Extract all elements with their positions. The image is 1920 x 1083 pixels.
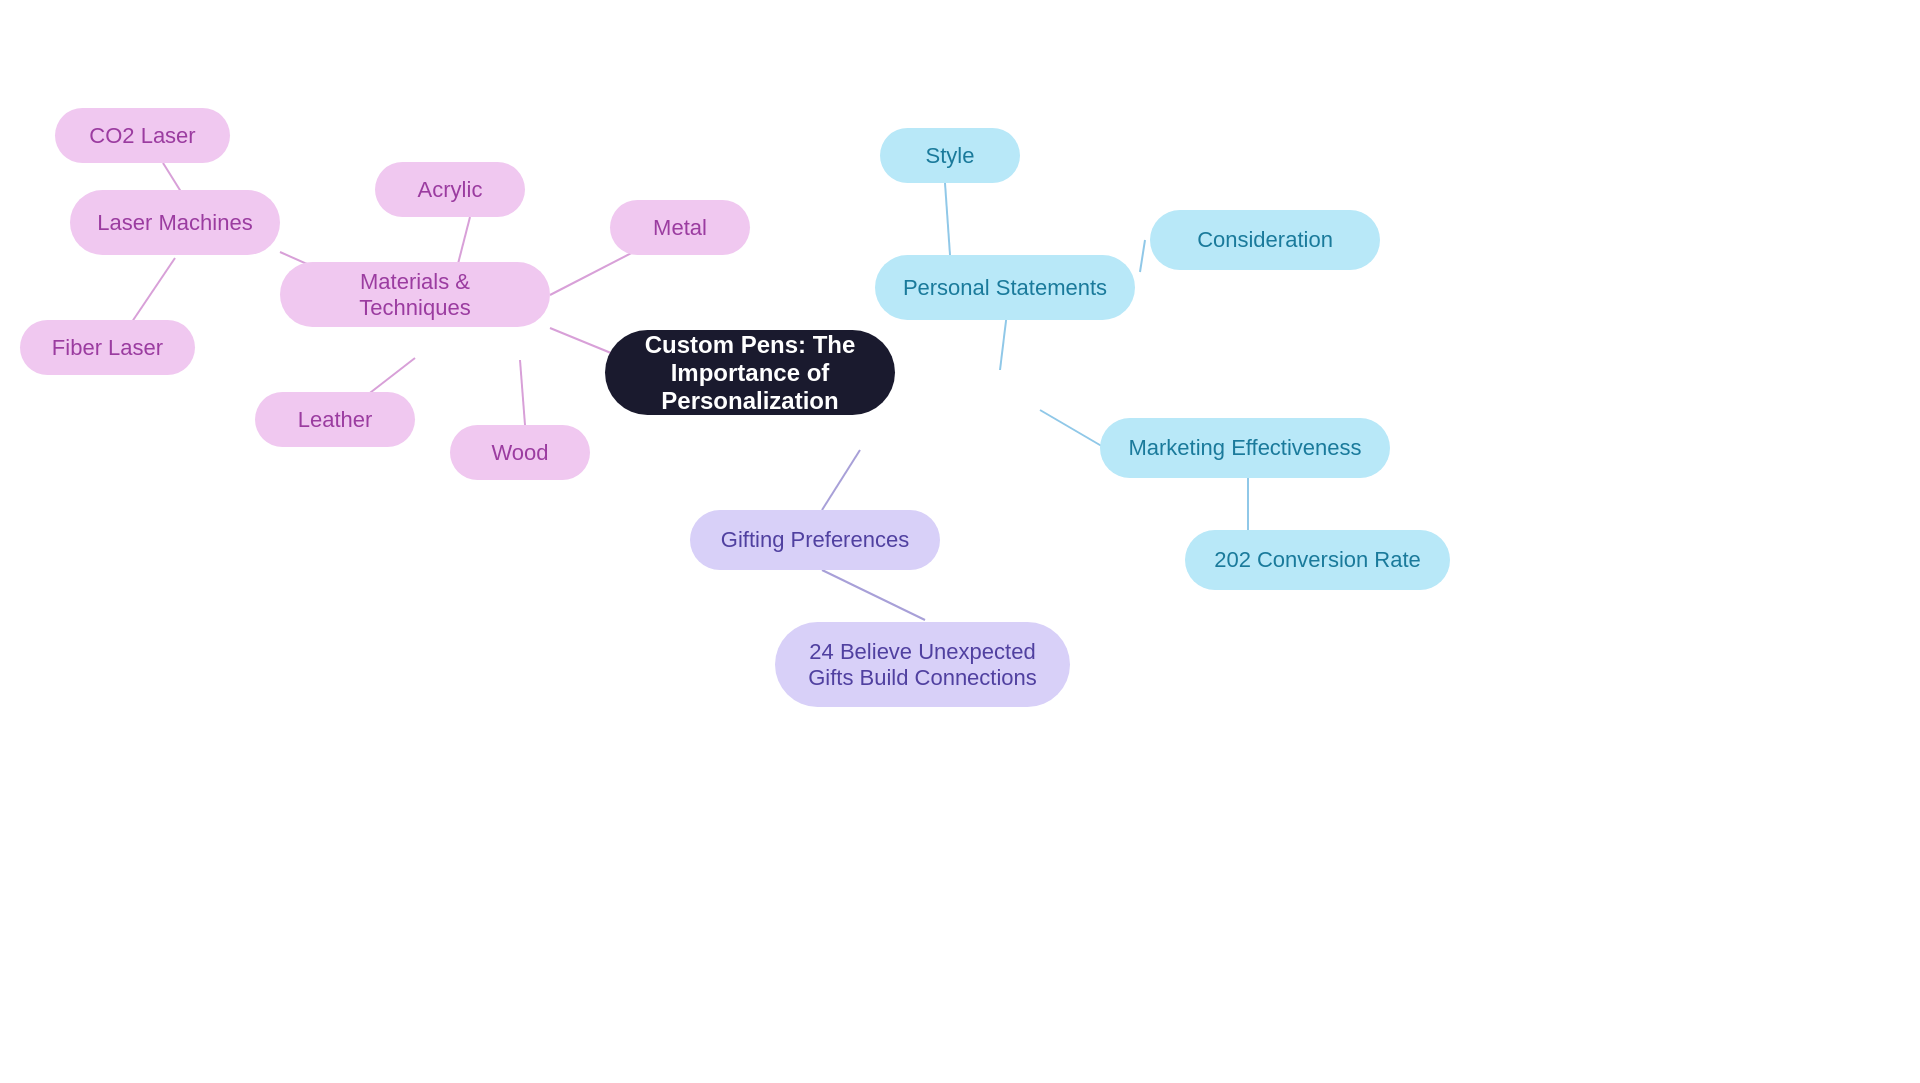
svg-line-9 <box>945 183 950 255</box>
personal-statements-node: Personal Statements <box>875 255 1135 320</box>
materials-node: Materials & Techniques <box>280 262 550 327</box>
svg-line-14 <box>822 570 925 620</box>
wood-node: Wood <box>450 425 590 480</box>
svg-line-10 <box>1140 240 1145 272</box>
gifting-preferences-node: Gifting Preferences <box>690 510 940 570</box>
svg-line-7 <box>520 360 525 425</box>
laser-machines-node: Laser Machines <box>70 190 280 255</box>
consideration-node: Consideration <box>1150 210 1380 270</box>
fiber-laser-node: Fiber Laser <box>20 320 195 375</box>
conversion-rate-node: 202 Conversion Rate <box>1185 530 1450 590</box>
metal-node: Metal <box>610 200 750 255</box>
co2-laser-node: CO2 Laser <box>55 108 230 163</box>
style-node: Style <box>880 128 1020 183</box>
svg-line-13 <box>822 450 860 510</box>
unexpected-gifts-node: 24 Believe Unexpected Gifts Build Connec… <box>775 622 1070 707</box>
center-node: Custom Pens: The Importance of Personali… <box>605 330 895 415</box>
svg-line-11 <box>1040 410 1105 448</box>
acrylic-node: Acrylic <box>375 162 525 217</box>
marketing-effectiveness-node: Marketing Effectiveness <box>1100 418 1390 478</box>
leather-node: Leather <box>255 392 415 447</box>
